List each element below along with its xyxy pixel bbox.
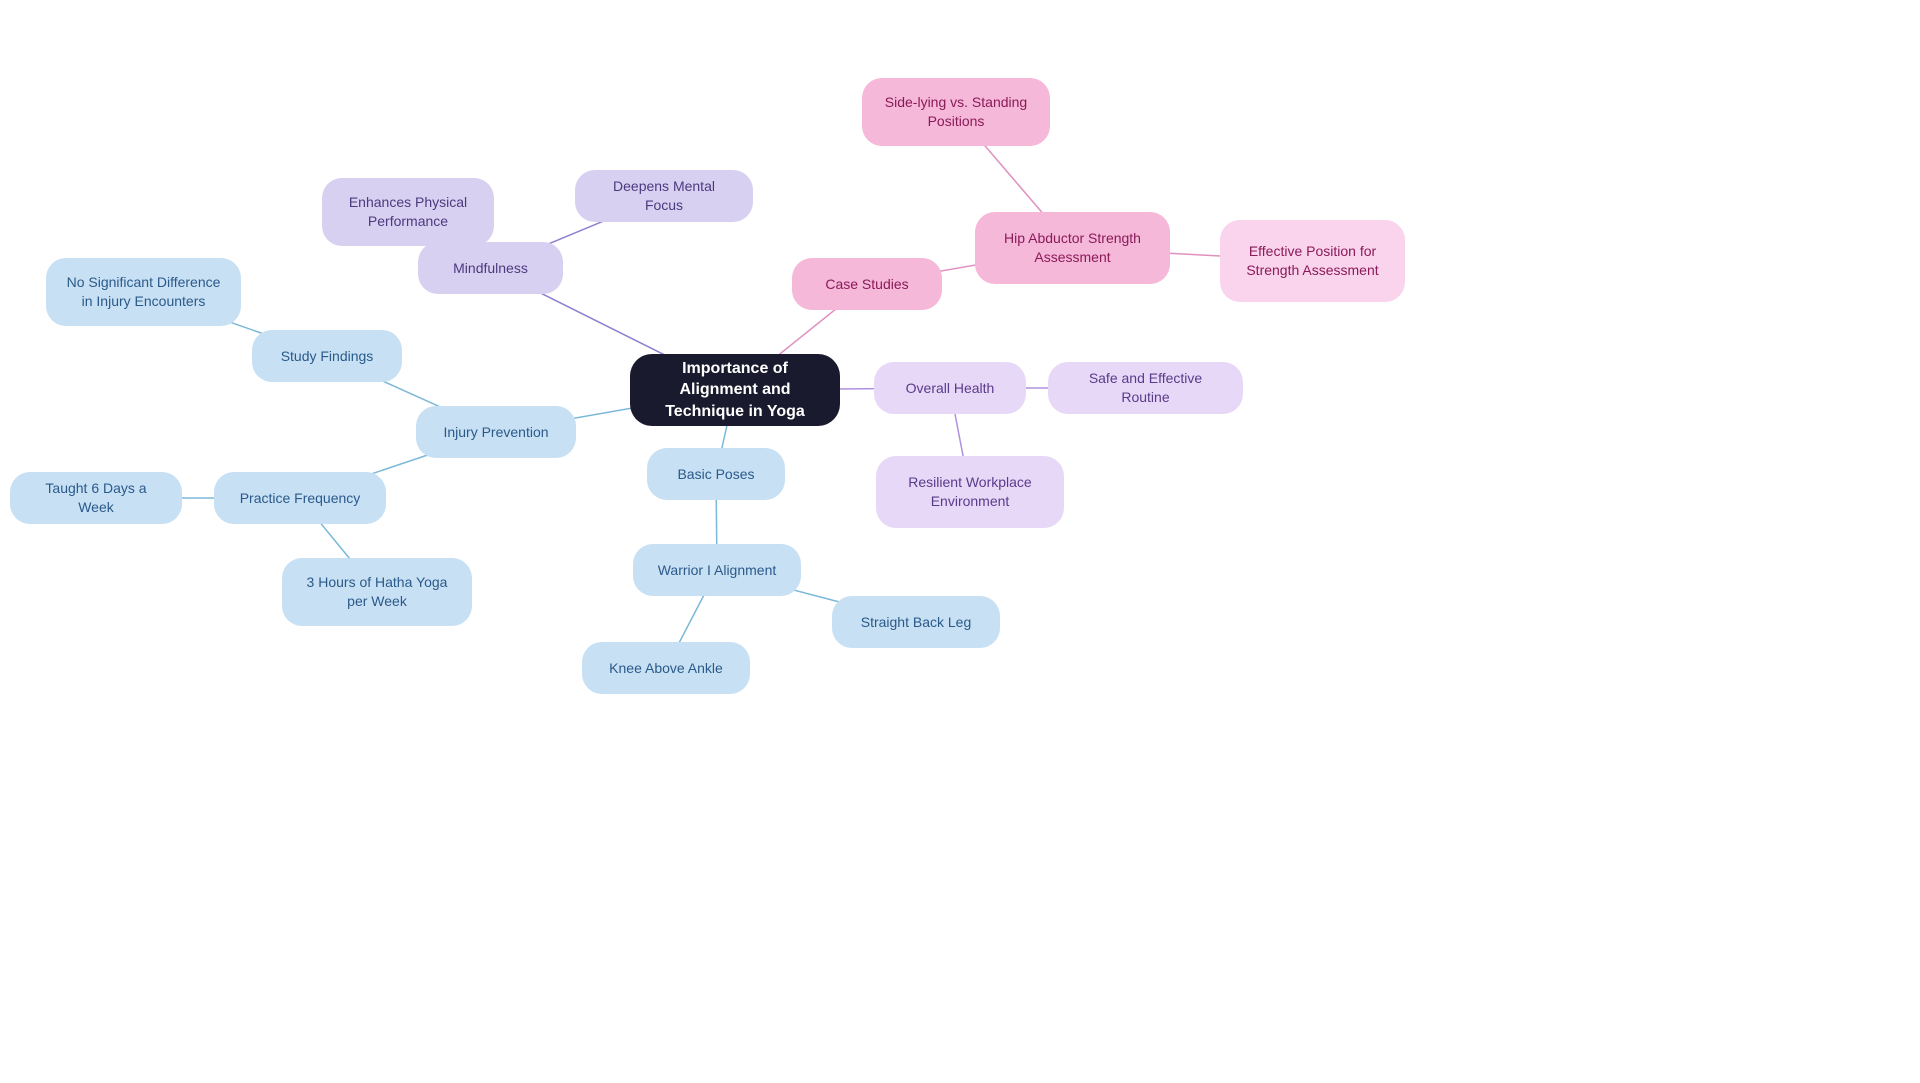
node-knee-above-ankle: Knee Above Ankle (582, 642, 750, 694)
mindmap-connections (0, 0, 1920, 1083)
node-warrior: Warrior I Alignment (633, 544, 801, 596)
node-mindfulness: Mindfulness (418, 242, 563, 294)
node-study-findings: Study Findings (252, 330, 402, 382)
node-practice-frequency: Practice Frequency (214, 472, 386, 524)
node-overall-health: Overall Health (874, 362, 1026, 414)
node-resilient: Resilient Workplace Environment (876, 456, 1064, 528)
node-deepens-mental: Deepens Mental Focus (575, 170, 753, 222)
node-no-significant: No Significant Difference in Injury Enco… (46, 258, 241, 326)
node-side-lying: Side-lying vs. Standing Positions (862, 78, 1050, 146)
node-effective-position: Effective Position for Strength Assessme… (1220, 220, 1405, 302)
node-hip-abductor: Hip Abductor Strength Assessment (975, 212, 1170, 284)
node-enhances-physical: Enhances Physical Performance (322, 178, 494, 246)
node-injury-prevention: Injury Prevention (416, 406, 576, 458)
node-taught-6-days: Taught 6 Days a Week (10, 472, 182, 524)
node-safe-routine: Safe and Effective Routine (1048, 362, 1243, 414)
node-3-hours: 3 Hours of Hatha Yoga per Week (282, 558, 472, 626)
node-center: Importance of Alignment and Technique in… (630, 354, 840, 426)
node-case-studies: Case Studies (792, 258, 942, 310)
node-straight-back-leg: Straight Back Leg (832, 596, 1000, 648)
node-basic-poses: Basic Poses (647, 448, 785, 500)
